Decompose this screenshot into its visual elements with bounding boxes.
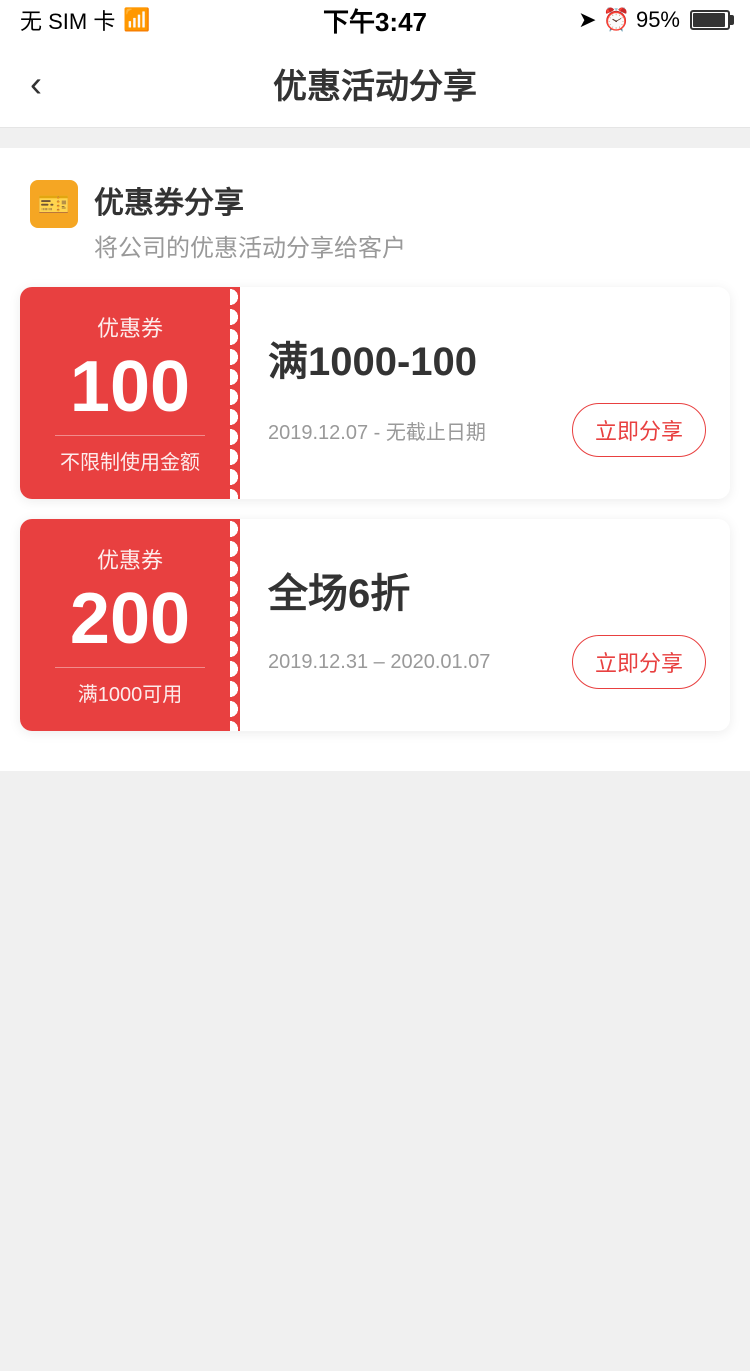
coupon-card-2: 优惠券 200 满1000可用 全场6折 2019.12.31 – 2020.0…: [20, 519, 730, 731]
back-button[interactable]: ‹: [30, 63, 42, 105]
coupon-date-1: 2019.12.07 - 无截止日期: [268, 416, 572, 445]
coupon-right-1: 满1000-100 2019.12.07 - 无截止日期 立即分享: [240, 287, 730, 499]
coupon-left-2: 优惠券 200 满1000可用: [20, 519, 240, 731]
coupon-date-2: 2019.12.31 – 2020.01.07: [268, 651, 572, 674]
battery-fill: [693, 13, 725, 27]
coupon-divider-2: [55, 667, 205, 668]
top-divider: [0, 128, 750, 148]
status-bar: 无 SIM 卡 📶 下午3:47 ➤ ⏰ 95%: [0, 0, 750, 40]
coupon-name-2: 全场6折: [268, 561, 706, 619]
coupon-amount-1: 100: [70, 351, 190, 423]
section-subtitle: 将公司的优惠活动分享给客户: [94, 228, 406, 263]
location-icon: ➤: [578, 7, 596, 33]
coupon-condition-2: 满1000可用: [78, 678, 183, 707]
share-button-2[interactable]: 立即分享: [572, 635, 706, 689]
battery-icon: [690, 10, 730, 30]
carrier-text: 无 SIM 卡: [20, 4, 115, 36]
coupon-label-1: 优惠券: [97, 311, 163, 343]
page-background: [0, 771, 750, 1371]
coupon-right-2: 全场6折 2019.12.31 – 2020.01.07 立即分享: [240, 519, 730, 731]
coupon-name-1: 满1000-100: [268, 329, 706, 387]
coupon-meta-1: 2019.12.07 - 无截止日期 立即分享: [268, 403, 706, 457]
coupon-left-1: 优惠券 100 不限制使用金额: [20, 287, 240, 499]
status-carrier: 无 SIM 卡 📶: [20, 4, 151, 36]
section-title: 优惠券分享: [94, 178, 406, 222]
coupon-icon-emoji: 🎫: [38, 189, 70, 220]
coupon-condition-1: 不限制使用金额: [60, 446, 200, 475]
coupon-list: 优惠券 100 不限制使用金额 满1000-100 2019.12.07 - 无…: [0, 287, 750, 771]
status-time: 下午3:47: [323, 2, 427, 39]
nav-bar: ‹ 优惠活动分享: [0, 40, 750, 128]
alarm-icon: ⏰: [603, 7, 630, 33]
coupon-card-1: 优惠券 100 不限制使用金额 满1000-100 2019.12.07 - 无…: [20, 287, 730, 499]
wifi-icon: 📶: [123, 7, 150, 33]
share-button-1[interactable]: 立即分享: [572, 403, 706, 457]
coupon-label-2: 优惠券: [97, 543, 163, 575]
section-text-group: 优惠券分享 将公司的优惠活动分享给客户: [94, 178, 406, 263]
coupon-divider-1: [55, 435, 205, 436]
status-battery-area: ➤ ⏰ 95%: [578, 7, 730, 33]
coupon-amount-2: 200: [70, 583, 190, 655]
section-header: 🎫 优惠券分享 将公司的优惠活动分享给客户: [0, 148, 750, 287]
battery-percent: 95%: [636, 7, 680, 33]
coupon-meta-2: 2019.12.31 – 2020.01.07 立即分享: [268, 635, 706, 689]
section-icon: 🎫: [30, 180, 78, 228]
page-title: 优惠活动分享: [273, 59, 477, 108]
